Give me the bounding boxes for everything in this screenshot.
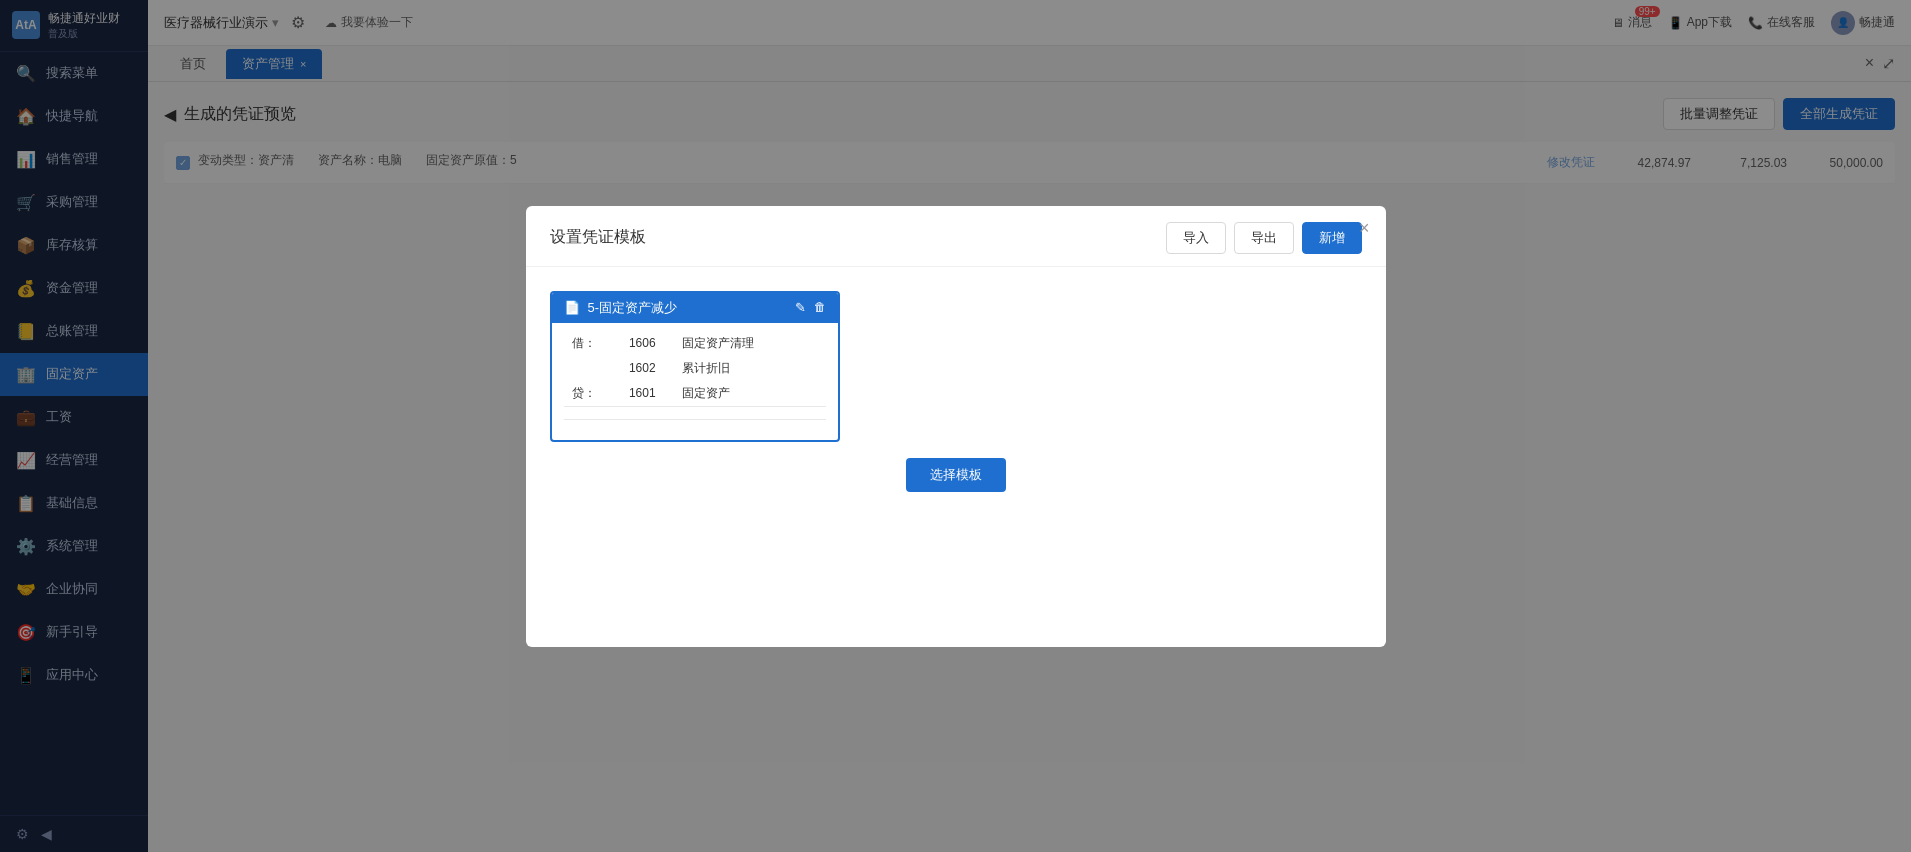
export-btn[interactable]: 导出	[1234, 222, 1294, 254]
entry-subject-1: 固定资产清理	[678, 331, 801, 356]
template-card-body: 借： 1606 固定资产清理 1602	[552, 323, 838, 440]
template-edit-icon[interactable]: ✎	[795, 300, 806, 315]
entry-row-3: 贷： 1601 固定资产	[564, 381, 826, 407]
template-header-title: 5-固定资产减少	[588, 299, 678, 317]
modal-body: 📄 5-固定资产减少 ✎ 🗑	[526, 267, 1386, 647]
modal-action-btns: 导入 导出 新增	[1166, 222, 1362, 254]
empty-row-2	[564, 419, 826, 432]
main-area: 医疗器械行业演示 ▾ ⚙ ☁ 我要体验一下 🖥 消息 99+ 📱 App下载 📞…	[148, 0, 1911, 852]
modal-close-btn[interactable]: ×	[1359, 218, 1370, 239]
template-delete-icon[interactable]: 🗑	[814, 300, 826, 315]
entry-subject-2: 累计折旧	[678, 356, 801, 381]
template-card-header: 📄 5-固定资产减少 ✎ 🗑	[552, 293, 838, 323]
template-doc-icon: 📄	[564, 300, 580, 315]
modal-title: 设置凭证模板	[550, 227, 646, 248]
entry-code-3: 1601	[625, 381, 678, 407]
entry-code-2: 1602	[625, 356, 678, 381]
entry-prefix-1: 借：	[564, 331, 625, 356]
set-template-modal: 设置凭证模板 导入 导出 新增 × 📄 5-固定资产减少	[526, 206, 1386, 647]
entry-subject-3: 固定资产	[678, 381, 801, 407]
modal-overlay: 设置凭证模板 导入 导出 新增 × 📄 5-固定资产减少	[148, 82, 1911, 852]
select-template-btn[interactable]: 选择模板	[906, 458, 1006, 492]
entry-row-2: 1602 累计折旧	[564, 356, 826, 381]
entry-prefix-3: 贷：	[564, 381, 625, 407]
page-content: ◀ 生成的凭证预览 批量调整凭证 全部生成凭证 ✓ 变动类型：资产清 资产名称：…	[148, 82, 1911, 852]
template-card: 📄 5-固定资产减少 ✎ 🗑	[550, 291, 840, 442]
new-template-btn[interactable]: 新增	[1302, 222, 1362, 254]
modal-header: 设置凭证模板 导入 导出 新增 ×	[526, 206, 1386, 267]
template-card-actions: ✎ 🗑	[795, 300, 826, 315]
import-btn[interactable]: 导入	[1166, 222, 1226, 254]
entry-code-1: 1606	[625, 331, 678, 356]
entry-row-1: 借： 1606 固定资产清理	[564, 331, 826, 356]
empty-row-1	[564, 406, 826, 419]
